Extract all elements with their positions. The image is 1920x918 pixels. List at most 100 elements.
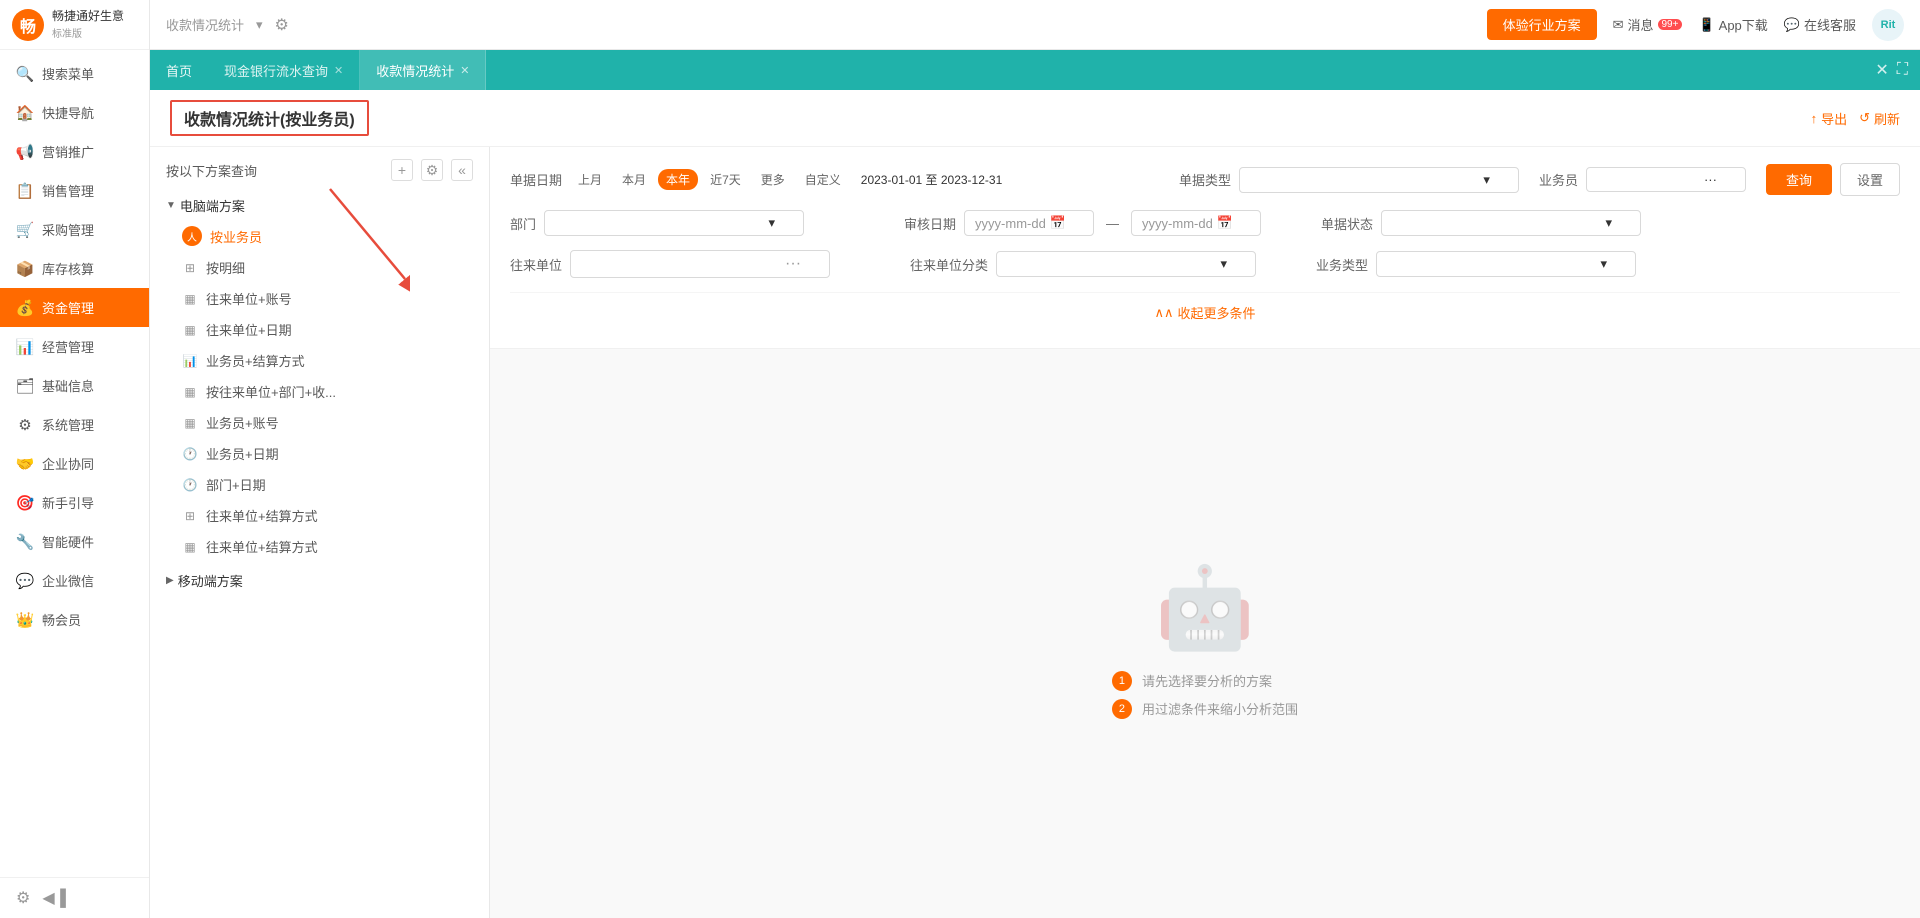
sidebar-item-marketing[interactable]: 📢 营销推广 <box>0 132 149 171</box>
filter-row-3: 往来单位 ··· 往来单位分类 ▾ 业务类型 <box>510 250 1900 278</box>
scheme-item-partner-settlement1[interactable]: ⊞ 往来单位+结算方式 <box>158 500 481 531</box>
tab-close-all-icon[interactable]: ✕ <box>1875 60 1888 80</box>
mobile-group-header[interactable]: ▶ 移动端方案 <box>158 566 481 595</box>
date-tab-more[interactable]: 更多 <box>753 169 793 190</box>
tab-expand-icon[interactable]: ⛶ <box>1897 61 1908 79</box>
review-date-from-input[interactable]: yyyy-mm-dd 📅 <box>964 210 1094 236</box>
review-date-filter-item: 审核日期 yyyy-mm-dd 📅 — yyyy-mm-dd 📅 <box>904 210 1261 236</box>
sidebar-item-hardware[interactable]: 🔧 智能硬件 <box>0 522 149 561</box>
header-breadcrumb: 收款情况统计 <box>166 15 244 34</box>
review-date-to-placeholder: yyyy-mm-dd <box>1142 216 1213 231</box>
sidebar-item-sales[interactable]: 📋 销售管理 <box>0 171 149 210</box>
tabs-bar: 首页 现金银行流水查询 ✕ 收款情况统计 ✕ ✕ ⛶ <box>150 50 1920 90</box>
sidebar-collapse-icon[interactable]: ◀▐ <box>42 888 66 908</box>
partner-dots[interactable]: ··· <box>785 255 801 273</box>
online-service-item[interactable]: 💬 在线客服 <box>1784 15 1856 34</box>
sidebar-item-member[interactable]: 👑 畅会员 <box>0 600 149 639</box>
scheme-item-salesperson-settlement[interactable]: 📊 业务员+结算方式 <box>158 345 481 376</box>
tab-cashflow-close[interactable]: ✕ <box>334 64 343 77</box>
tab-collection-close[interactable]: ✕ <box>460 64 469 77</box>
sidebar-item-basic[interactable]: 🗂 基础信息 <box>0 366 149 405</box>
online-service-icon: 💬 <box>1784 17 1800 33</box>
scheme-item-by-detail[interactable]: ⊞ 按明细 <box>158 252 481 283</box>
scheme-label-partner-dept: 按往来单位+部门+收... <box>206 382 336 401</box>
scheme-label-salesperson-date: 业务员+日期 <box>206 444 279 463</box>
dept-filter-item: 部门 ▾ <box>510 210 804 236</box>
demo-button[interactable]: 体验行业方案 <box>1487 9 1597 40</box>
sidebar-item-purchase[interactable]: 🛒 采购管理 <box>0 210 149 249</box>
home-icon: 🏠 <box>16 104 34 122</box>
scheme-item-salesperson-account[interactable]: ▦ 业务员+账号 <box>158 407 481 438</box>
scheme-item-salesperson-date[interactable]: 🕐 业务员+日期 <box>158 438 481 469</box>
tab-collection[interactable]: 收款情况统计 ✕ <box>360 50 486 90</box>
sidebar-item-finance[interactable]: 💰 资金管理 <box>0 288 149 327</box>
sidebar-item-system[interactable]: ⚙ 系统管理 <box>0 405 149 444</box>
bill-type-select[interactable]: ▾ <box>1239 167 1519 193</box>
scheme-item-dept-date[interactable]: 🕐 部门+日期 <box>158 469 481 500</box>
partner-category-select[interactable]: ▾ <box>996 251 1256 277</box>
scheme-item-partner-settlement2[interactable]: ▦ 往来单位+结算方式 <box>158 531 481 562</box>
sidebar-item-operation[interactable]: 📊 经营管理 <box>0 327 149 366</box>
salesperson-select[interactable]: ··· <box>1586 167 1746 192</box>
scheme-label-dept-date: 部门+日期 <box>206 475 266 494</box>
panel-settings-icon[interactable]: ⚙ <box>421 159 443 181</box>
settings-button[interactable]: 设置 <box>1840 163 1900 196</box>
calendar-icon-2: 📅 <box>1217 215 1233 231</box>
panel-add-icon[interactable]: + <box>391 159 413 181</box>
desktop-group-header[interactable]: ▼ 电脑端方案 <box>158 191 481 220</box>
user-avatar[interactable]: Rit <box>1872 9 1904 41</box>
scheme-section: ▼ 电脑端方案 人 按业务员 ⊞ 按明细 ▦ 往来单位+账号 <box>150 191 489 595</box>
bill-type-filter-item: 单据类型 ▾ <box>1179 167 1519 193</box>
empty-state: 🤖 1 请先选择要分析的方案 2 用过滤条件来缩小分析范围 <box>490 349 1920 918</box>
message-badge: 99+ <box>1658 19 1683 30</box>
date-tab-this-year[interactable]: 本年 <box>658 169 698 190</box>
date-range: 2023-01-01 至 2023-12-31 <box>861 171 1002 188</box>
review-date-to-input[interactable]: yyyy-mm-dd 📅 <box>1131 210 1261 236</box>
app-download-item[interactable]: 📱 App下载 <box>1698 15 1767 34</box>
scheme-item-partner-dept[interactable]: ▦ 按往来单位+部门+收... <box>158 376 481 407</box>
sidebar-item-inventory[interactable]: 📦 库存核算 <box>0 249 149 288</box>
dept-select[interactable]: ▾ <box>544 210 804 236</box>
date-tab-7days[interactable]: 近7天 <box>702 169 749 190</box>
bill-status-select[interactable]: ▾ <box>1381 210 1641 236</box>
panel-header: 按以下方案查询 + ⚙ « <box>150 159 489 191</box>
query-button[interactable]: 查询 <box>1766 164 1832 195</box>
right-panel: 单据日期 上月 本月 本年 近7天 更多 自定义 2023-01-01 至 <box>490 147 1920 918</box>
sidebar-item-guide[interactable]: 🎯 新手引导 <box>0 483 149 522</box>
scheme-label-partner-settlement1: 往来单位+结算方式 <box>206 506 318 525</box>
logo-icon: 畅 <box>12 9 44 41</box>
scheme-item-partner-date[interactable]: ▦ 往来单位+日期 <box>158 314 481 345</box>
active-badge: 人 <box>182 226 202 246</box>
tab-cashflow[interactable]: 现金银行流水查询 ✕ <box>208 50 360 90</box>
header-dropdown-icon[interactable]: ▾ <box>256 17 263 33</box>
sidebar-item-search[interactable]: 🔍 搜索菜单 <box>0 54 149 93</box>
step-num-1: 1 <box>1112 671 1132 691</box>
collapse-bar[interactable]: ∧∧ 收起更多条件 <box>510 292 1900 332</box>
dept-date-icon: 🕐 <box>182 477 198 493</box>
header-settings-icon[interactable]: ⚙ <box>275 15 289 35</box>
scheme-item-partner-account[interactable]: ▦ 往来单位+账号 <box>158 283 481 314</box>
header: 收款情况统计 ▾ ⚙ 体验行业方案 ✉ 消息 99+ 📱 App下载 💬 在线客… <box>150 0 1920 50</box>
sidebar-item-wechat[interactable]: 💬 企业微信 <box>0 561 149 600</box>
purchase-icon: 🛒 <box>16 221 34 239</box>
marketing-icon: 📢 <box>16 143 34 161</box>
sidebar-item-enterprise[interactable]: 🤝 企业协同 <box>0 444 149 483</box>
empty-steps: 1 请先选择要分析的方案 2 用过滤条件来缩小分析范围 <box>1112 671 1298 719</box>
scheme-item-by-salesperson[interactable]: 人 按业务员 <box>158 220 481 252</box>
inventory-icon: 📦 <box>16 260 34 278</box>
panel-collapse-icon[interactable]: « <box>451 159 473 181</box>
tab-home-label: 首页 <box>166 61 192 80</box>
business-type-select[interactable]: ▾ <box>1376 251 1636 277</box>
sidebar-item-quicknav[interactable]: 🏠 快捷导航 <box>0 93 149 132</box>
partner-select[interactable]: ··· <box>570 250 830 278</box>
date-tab-last-month[interactable]: 上月 <box>570 169 610 190</box>
scheme-label-by-detail: 按明细 <box>206 258 245 277</box>
tab-home[interactable]: 首页 <box>150 50 208 90</box>
refresh-button[interactable]: ↺ 刷新 <box>1859 109 1900 128</box>
tab-collection-label: 收款情况统计 <box>376 61 454 80</box>
sidebar-settings-icon[interactable]: ⚙ <box>16 888 30 908</box>
export-button[interactable]: ↑ 导出 <box>1811 109 1848 128</box>
date-tab-custom[interactable]: 自定义 <box>797 169 849 190</box>
message-item[interactable]: ✉ 消息 99+ <box>1613 15 1683 34</box>
date-tab-this-month[interactable]: 本月 <box>614 169 654 190</box>
